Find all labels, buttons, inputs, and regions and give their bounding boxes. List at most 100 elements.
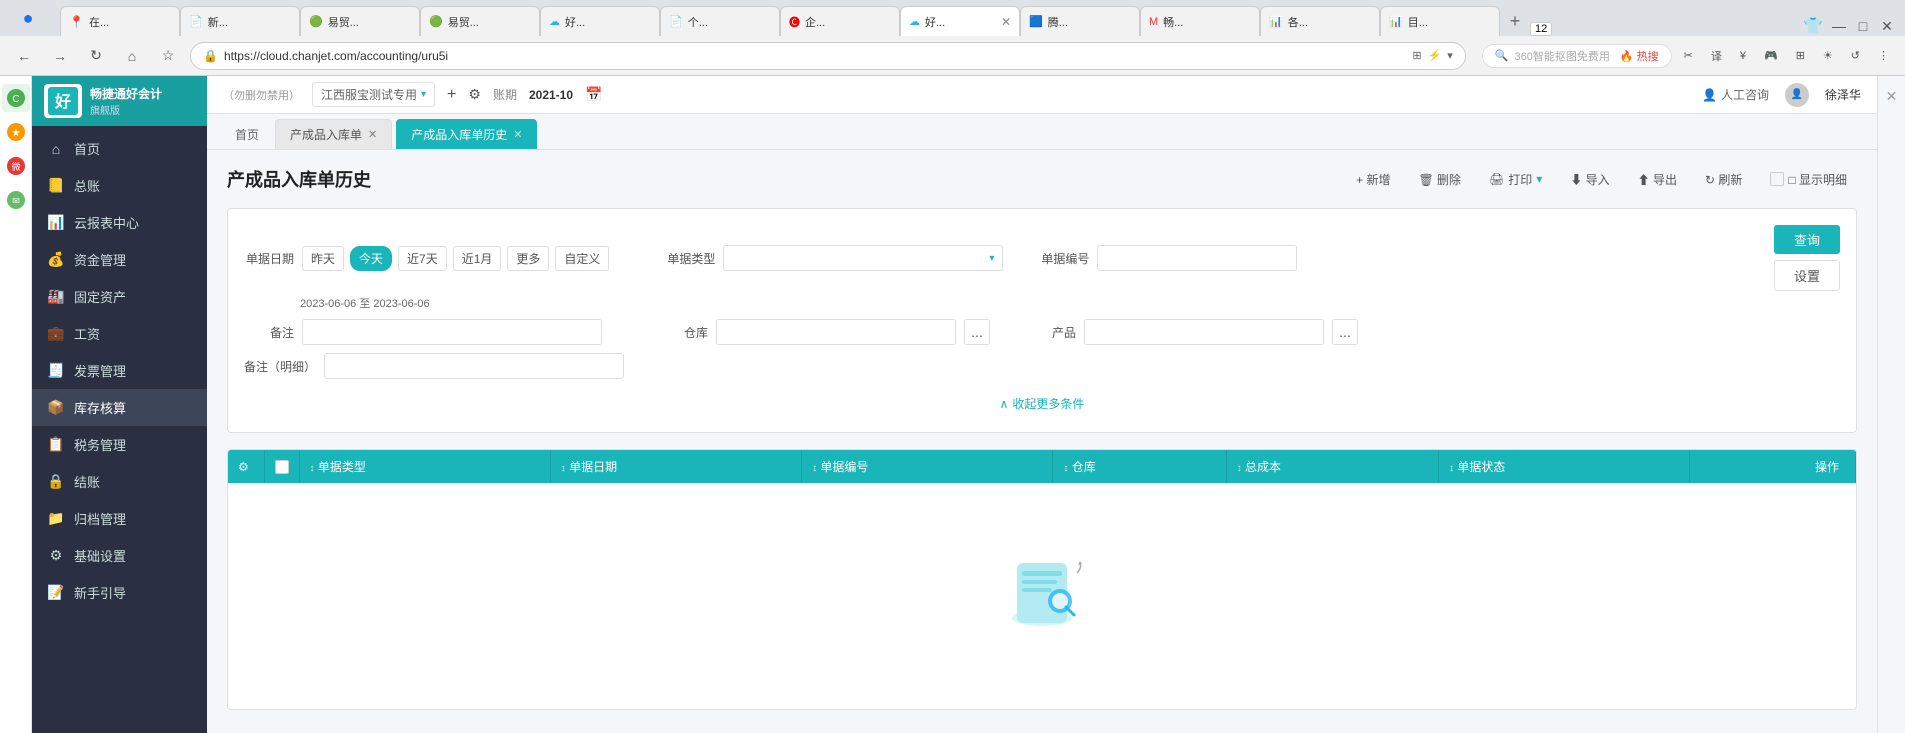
add-button[interactable]: + 新增 [1346, 167, 1400, 192]
warehouse-input[interactable] [716, 319, 956, 345]
tab-count-badge[interactable]: 12 [1530, 22, 1552, 36]
print-dropdown[interactable]: ▾ [1536, 172, 1542, 186]
tab-list-close[interactable]: ✕ [368, 128, 377, 141]
query-button[interactable]: 查询 [1774, 225, 1840, 254]
tab-1[interactable]: 📍 在... [60, 6, 180, 36]
tab-7[interactable]: 🅒 企... [780, 6, 900, 36]
bookmark-button[interactable]: ☆ [154, 42, 182, 70]
tab-8[interactable]: ☁ 好... ✕ [900, 6, 1020, 36]
home-button[interactable]: ⌂ [118, 42, 146, 70]
export-button[interactable]: ⬆ 导出 [1628, 167, 1687, 192]
page-tab-list[interactable]: 产成品入库单 ✕ [275, 119, 392, 149]
tab-1-label: 在... [89, 14, 109, 30]
sidebar-item-payroll[interactable]: 💼 工资 [32, 315, 207, 352]
sidebar-item-settings[interactable]: ⚙ 基础设置 [32, 537, 207, 574]
custom-date-btn[interactable]: 自定义 [555, 246, 609, 271]
ext-1[interactable]: C [2, 84, 30, 112]
tab-8-close[interactable]: ✕ [1001, 15, 1011, 29]
calendar-icon[interactable]: 📅 [585, 86, 602, 103]
sidebar-item-ledger[interactable]: 📒 总账 [32, 167, 207, 204]
new-tab-button[interactable]: + [1500, 6, 1530, 36]
tab-12[interactable]: 📊 目... [1380, 6, 1500, 36]
product-more-btn[interactable]: ... [1332, 319, 1358, 345]
tab-9[interactable]: 🟦 腾... [1020, 6, 1140, 36]
last7-btn[interactable]: 近7天 [398, 246, 447, 271]
header-checkbox[interactable] [275, 460, 289, 474]
type-column-header[interactable]: ↕ 单据类型 [299, 450, 550, 483]
number-column-header[interactable]: ↕ 单据编号 [802, 450, 1053, 483]
gear-column-header[interactable]: ⚙ [228, 450, 264, 483]
reload-button[interactable]: ↻ [82, 42, 110, 70]
tab-3[interactable]: 🟢 易贸... [300, 6, 420, 36]
collapse-button[interactable]: ∧ 收起更多条件 [1000, 395, 1085, 412]
more-icon[interactable]: ⋮ [1872, 47, 1895, 64]
more-date-btn[interactable]: 更多 [507, 246, 549, 271]
sidebar-item-close-period[interactable]: 🔒 结账 [32, 463, 207, 500]
number-input[interactable] [1097, 245, 1297, 271]
warehouse-more-btn[interactable]: ... [964, 319, 990, 345]
minimize-button[interactable]: — [1831, 18, 1847, 34]
sun-icon[interactable]: ☀ [1817, 47, 1839, 64]
maximize-button[interactable]: □ [1855, 18, 1871, 34]
translate-icon[interactable]: 译 [1705, 46, 1728, 66]
refresh-button[interactable]: ↻ 刷新 [1695, 167, 1752, 192]
remark2-input[interactable] [324, 353, 624, 379]
sidebar-item-reports[interactable]: 📊 云报表中心 [32, 204, 207, 241]
cost-col-label: 总成本 [1245, 460, 1281, 474]
sidebar-item-home[interactable]: ⌂ 首页 [32, 130, 207, 167]
add-org-button[interactable]: + [447, 86, 456, 104]
warehouse-column-header[interactable]: ↕ 仓库 [1053, 450, 1226, 483]
status-column-header[interactable]: ↕ 单据状态 [1438, 450, 1689, 483]
back-button[interactable]: ← [10, 42, 38, 70]
yuan-icon[interactable]: ¥ [1734, 48, 1752, 64]
last1m-btn[interactable]: 近1月 [453, 246, 502, 271]
remark-input[interactable] [302, 319, 602, 345]
service-button[interactable]: 👤 人工咨询 [1702, 86, 1769, 103]
tab-history-close[interactable]: ✕ [513, 128, 522, 141]
page-tab-history[interactable]: 产成品入库单历史 ✕ [396, 119, 537, 149]
user-avatar[interactable]: 👤 [1785, 83, 1809, 107]
close-button[interactable]: ✕ [1879, 18, 1895, 34]
cost-column-header[interactable]: ↕ 总成本 [1226, 450, 1438, 483]
tab-5[interactable]: ☁ 好... [540, 6, 660, 36]
scissors-icon[interactable]: ✂ [1678, 47, 1699, 64]
checkbox-column-header[interactable] [264, 450, 299, 483]
print-button[interactable]: 🖨 打印 ▾ [1479, 167, 1552, 192]
sidebar-item-assets[interactable]: 🏭 固定资产 [32, 278, 207, 315]
delete-button[interactable]: 🗑 删除 [1408, 167, 1471, 192]
product-input[interactable] [1084, 319, 1324, 345]
period-value[interactable]: 2021-10 [529, 88, 573, 102]
dropdown-icon[interactable]: ▾ [1447, 49, 1453, 62]
breadcrumb-home[interactable]: 首页 [223, 120, 271, 149]
yesterday-btn[interactable]: 昨天 [302, 246, 344, 271]
sidebar-item-archive[interactable]: 📁 归档管理 [32, 500, 207, 537]
search-bar[interactable]: 🔍 360智能抠图免费用 🔥 热搜 [1482, 44, 1672, 68]
tab-2[interactable]: 📄 新... [180, 6, 300, 36]
org-selector[interactable]: 江西服宝测试专用 ▾ [312, 82, 435, 107]
tab-11[interactable]: 📊 各... [1260, 6, 1380, 36]
sidebar-item-tax[interactable]: 📋 税务管理 [32, 426, 207, 463]
sidebar-item-funds[interactable]: 💰 资金管理 [32, 241, 207, 278]
refresh2-icon[interactable]: ↺ [1845, 47, 1866, 64]
ext-3[interactable]: 微 [2, 152, 30, 180]
panel-close-button[interactable]: ✕ [1882, 84, 1902, 109]
type-select[interactable]: ▾ [723, 245, 1003, 271]
today-btn[interactable]: 今天 [350, 246, 392, 271]
tab-6[interactable]: 📄 个... [660, 6, 780, 36]
import-button[interactable]: ⬇ 导入 [1560, 167, 1619, 192]
sidebar-item-invoice[interactable]: 🧾 发票管理 [32, 352, 207, 389]
sidebar-item-inventory[interactable]: 📦 库存核算 [32, 389, 207, 426]
grid2-icon[interactable]: ⊞ [1790, 47, 1811, 64]
url-bar[interactable]: 🔒 https://cloud.chanjet.com/accounting/u… [190, 42, 1466, 70]
ext-4[interactable]: ✉ [2, 186, 30, 214]
show-columns-checkbox[interactable]: □ 显示明细 [1760, 167, 1857, 192]
sidebar-item-newentry[interactable]: 📝 新手引导 [32, 574, 207, 611]
org-settings-button[interactable]: ⚙ [468, 86, 481, 103]
ext-2[interactable]: ★ [2, 118, 30, 146]
forward-button[interactable]: → [46, 42, 74, 70]
tab-10[interactable]: M 畅... [1140, 6, 1260, 36]
game-icon[interactable]: 🎮 [1758, 47, 1784, 64]
tab-4[interactable]: 🟢 易贸... [420, 6, 540, 36]
date-column-header[interactable]: ↕ 单据日期 [550, 450, 801, 483]
settings-button[interactable]: 设置 [1774, 260, 1840, 291]
